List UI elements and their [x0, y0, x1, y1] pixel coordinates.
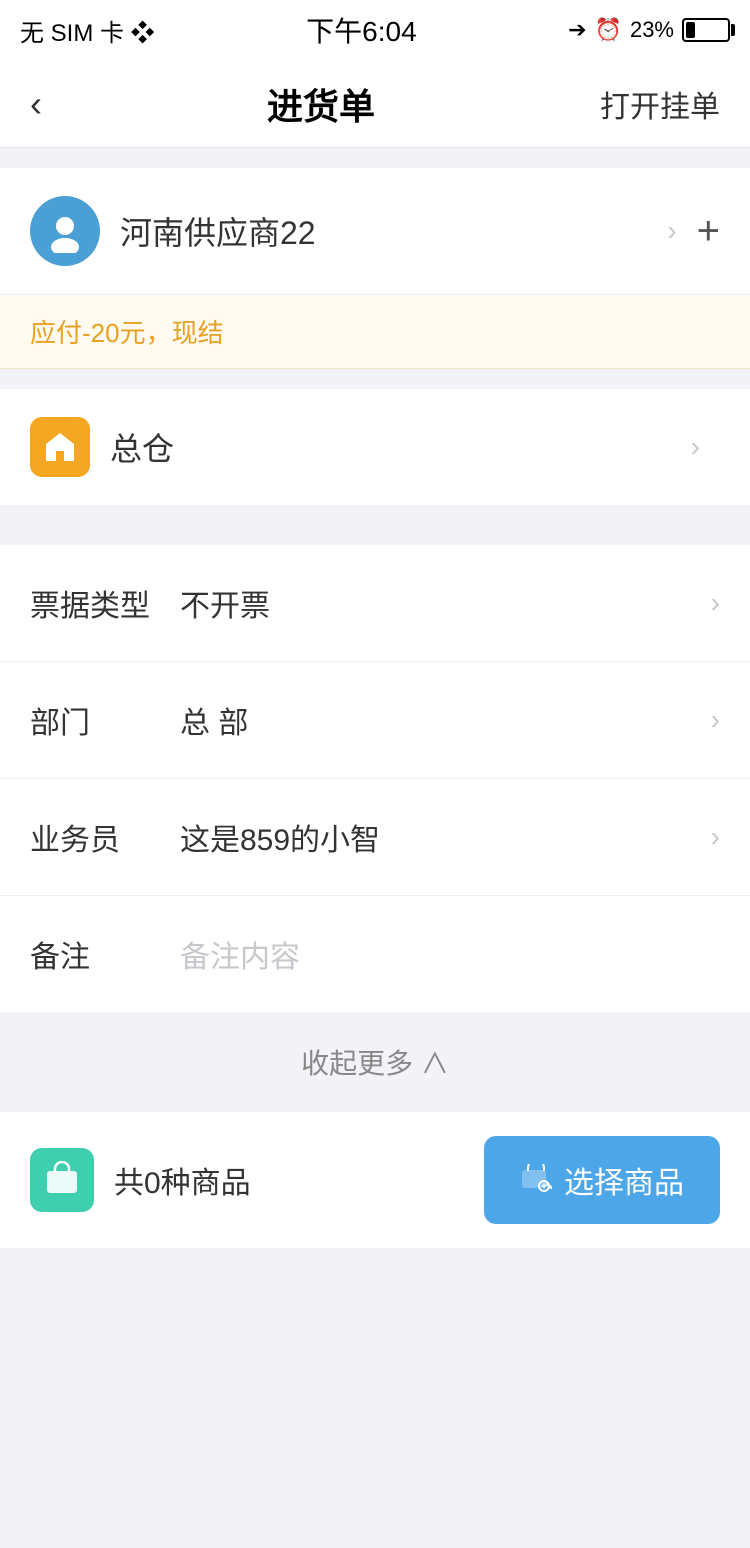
remark-label: 备注	[30, 932, 160, 976]
collapse-row[interactable]: 收起更多 ∧	[0, 1012, 750, 1112]
invoice-type-value: 不开票	[180, 581, 701, 625]
department-value: 总 部	[180, 698, 701, 742]
select-product-icon	[520, 1164, 552, 1196]
open-pending-button[interactable]: 打开挂单	[600, 82, 720, 126]
supplier-name: 河南供应商22	[120, 208, 667, 254]
location-icon: ➔	[568, 17, 586, 43]
cart-icon	[43, 1161, 81, 1199]
supplier-card: 河南供应商22 › + 应付-20元，现结	[0, 168, 750, 369]
status-bar: 无 SIM 卡 ❖ 下午6:04 ➔ ⏰ 23%	[0, 0, 750, 60]
notice-banner: 应付-20元，现结	[0, 295, 750, 369]
department-row[interactable]: 部门 总 部 ›	[0, 662, 750, 779]
warehouse-card: 总仓 ›	[0, 389, 750, 505]
remark-value[interactable]: 备注内容	[180, 932, 720, 976]
notice-text: 应付-20元，现结	[30, 318, 224, 348]
invoice-type-chevron-icon: ›	[711, 587, 720, 619]
gray-fill-area	[0, 1248, 750, 1548]
warehouse-row[interactable]: 总仓 ›	[0, 389, 750, 505]
warehouse-chevron-icon: ›	[691, 431, 700, 463]
department-chevron-icon: ›	[711, 704, 720, 736]
warehouse-name: 总仓	[110, 424, 691, 470]
select-product-button[interactable]: 选择商品	[484, 1136, 720, 1224]
battery-pct: 23%	[630, 17, 674, 43]
salesperson-label: 业务员	[30, 815, 160, 859]
supplier-avatar	[30, 196, 100, 266]
department-label: 部门	[30, 698, 160, 742]
product-icon	[30, 1148, 94, 1212]
status-time: 下午6:04	[306, 10, 417, 50]
supplier-row[interactable]: 河南供应商22 › +	[0, 168, 750, 295]
form-section: 票据类型 不开票 › 部门 总 部 › 业务员 这是859的小智 › 备注 备注…	[0, 545, 750, 1012]
add-button[interactable]: +	[697, 209, 720, 254]
salesperson-value: 这是859的小智	[180, 815, 701, 859]
supplier-chevron-icon: ›	[667, 215, 676, 247]
section-gap-1	[0, 148, 750, 168]
product-count: 共0种商品	[114, 1158, 484, 1202]
house-icon	[42, 429, 78, 465]
status-carrier: 无 SIM 卡 ❖	[20, 13, 155, 48]
section-gap-3	[0, 505, 750, 525]
page-title: 进货单	[267, 78, 375, 130]
select-product-label: 选择商品	[564, 1158, 684, 1202]
status-right: ➔ ⏰ 23%	[568, 17, 730, 43]
nav-bar: ‹ 进货单 打开挂单	[0, 60, 750, 148]
user-icon	[43, 209, 87, 253]
invoice-type-label: 票据类型	[30, 581, 160, 625]
back-button[interactable]: ‹	[30, 83, 42, 125]
alarm-icon: ⏰	[595, 17, 622, 43]
salesperson-row[interactable]: 业务员 这是859的小智 ›	[0, 779, 750, 896]
remark-row[interactable]: 备注 备注内容	[0, 896, 750, 1012]
warehouse-icon	[30, 417, 90, 477]
invoice-type-row[interactable]: 票据类型 不开票 ›	[0, 545, 750, 662]
bottom-bar: 共0种商品 选择商品	[0, 1112, 750, 1248]
collapse-label: 收起更多 ∧	[301, 1042, 449, 1082]
section-gap-2	[0, 369, 750, 389]
battery-icon	[682, 18, 730, 42]
salesperson-chevron-icon: ›	[711, 821, 720, 853]
